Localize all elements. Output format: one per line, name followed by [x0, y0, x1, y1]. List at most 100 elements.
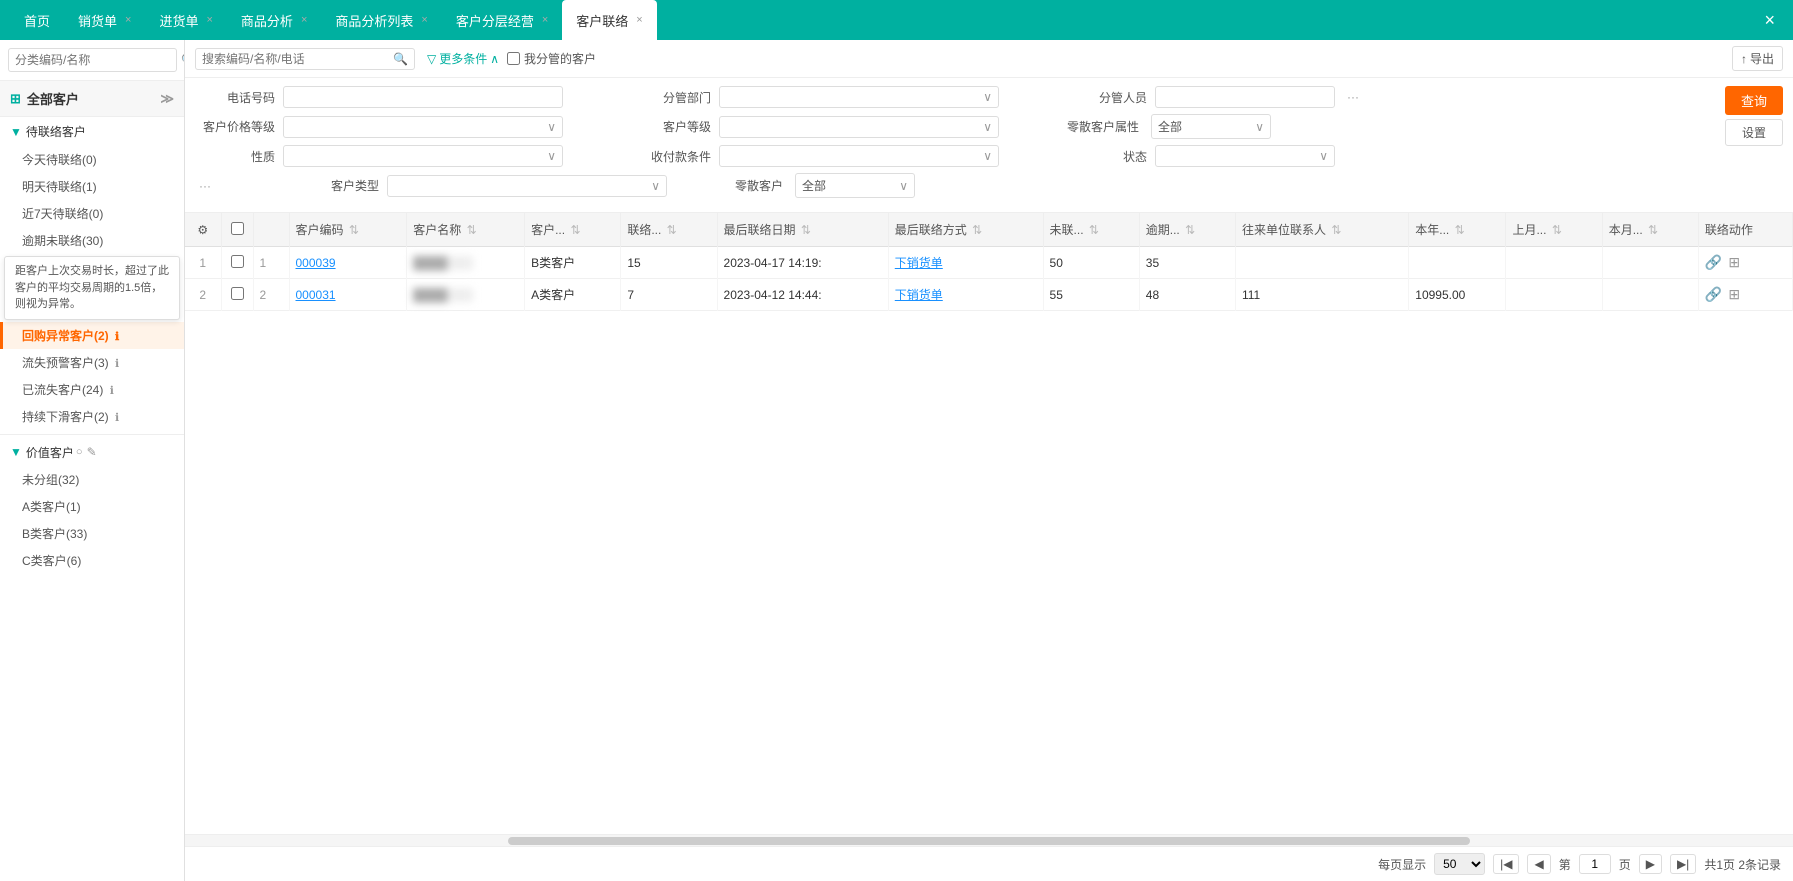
sidebar-item-lost-pre[interactable]: 流失预警客户(3) ℹ	[0, 349, 184, 376]
th-company-contact[interactable]: 往来单位联系人 ⇅	[1235, 213, 1408, 247]
retail-customer-select[interactable]: 全部 ∨	[795, 173, 915, 198]
th-last-month[interactable]: 上月... ⇅	[1506, 213, 1602, 247]
row2-code[interactable]: 000031	[289, 279, 407, 311]
prev-page-btn[interactable]: ◀	[1527, 854, 1550, 874]
analysis-list-tab-close[interactable]: ×	[421, 14, 427, 26]
search-input[interactable]	[202, 52, 389, 66]
query-button[interactable]: 查询	[1725, 86, 1783, 115]
th-name[interactable]: 客户名称 ⇅	[407, 213, 525, 247]
sidebar-item-tomorrow[interactable]: 明天待联络(1)	[0, 173, 184, 200]
toolbar: 🔍 ▽ 更多条件 ∧ 我分管的客户 ↑ 导出	[185, 40, 1793, 78]
sidebar-item-repurchase-abnormal[interactable]: 回购异常客户(2) ℹ	[0, 322, 184, 349]
decline-info-icon: ℹ	[115, 412, 119, 424]
next-page-btn[interactable]: ▶	[1639, 854, 1662, 874]
7days-label: 近7天待联络(0)	[22, 207, 103, 221]
nav-tab-home[interactable]: 首页	[10, 0, 64, 40]
row2-grid-icon[interactable]: ⊞	[1728, 286, 1740, 303]
nav-tab-customer-tier[interactable]: 客户分层经营 ×	[442, 0, 562, 40]
sidebar-item-decline[interactable]: 持续下滑客户(2) ℹ	[0, 403, 184, 430]
row2-name: ████	[407, 279, 525, 311]
analysis-tab-close[interactable]: ×	[301, 14, 307, 26]
manager-dotdot[interactable]: ···	[1347, 90, 1359, 104]
sales-tab-close[interactable]: ×	[125, 14, 131, 26]
sidebar-item-c-class[interactable]: C类客户(6)	[0, 547, 184, 574]
select-all-checkbox[interactable]	[231, 222, 244, 235]
sidebar-item-7days[interactable]: 近7天待联络(0)	[0, 200, 184, 227]
th-settings[interactable]: ⚙	[185, 213, 221, 247]
nav-tab-analysis[interactable]: 商品分析 ×	[227, 0, 321, 40]
th-no-contact[interactable]: 未联... ⇅	[1043, 213, 1139, 247]
all-customers-header[interactable]: ⊞ 全部客户 ≫	[0, 81, 184, 117]
status-select[interactable]: ∨	[1155, 145, 1335, 167]
row1-checkbox[interactable]	[231, 255, 244, 268]
row2-last-method[interactable]: 下销货单	[888, 279, 1043, 311]
phone-input[interactable]	[283, 86, 563, 108]
scroll-thumb[interactable]	[508, 837, 1470, 845]
collapse-icon[interactable]: ≫	[160, 91, 174, 107]
retail-attr-select[interactable]: 全部 ∨	[1151, 114, 1271, 139]
row1-link-icon[interactable]: 🔗	[1705, 254, 1722, 271]
th-action-label: 联络动作	[1705, 223, 1753, 237]
page-num-input[interactable]	[1579, 854, 1611, 874]
th-this-year[interactable]: 本年... ⇅	[1409, 213, 1506, 247]
th-this-month-label: 本月...	[1609, 223, 1643, 237]
sidebar-item-b-class[interactable]: B类客户(33)	[0, 520, 184, 547]
customer-type-select[interactable]: ∨	[387, 175, 667, 197]
nav-tab-analysis-list[interactable]: 商品分析列表 ×	[321, 0, 441, 40]
nav-tab-sales[interactable]: 销货单 ×	[64, 0, 145, 40]
export-button[interactable]: ↑ 导出	[1732, 46, 1783, 71]
row1-last-method[interactable]: 下销货单	[888, 247, 1043, 279]
th-this-month[interactable]: 本月... ⇅	[1602, 213, 1698, 247]
export-icon: ↑	[1741, 52, 1747, 66]
content-area: 🔍 ▽ 更多条件 ∧ 我分管的客户 ↑ 导出	[185, 40, 1793, 881]
first-page-btn[interactable]: |◀	[1493, 854, 1519, 874]
th-code[interactable]: 客户编码 ⇅	[289, 213, 407, 247]
row1-grid-icon[interactable]: ⊞	[1728, 254, 1740, 271]
pending-contact-group[interactable]: ▼ 待联络客户	[0, 117, 184, 146]
th-last-contact-method[interactable]: 最后联络方式 ⇅	[888, 213, 1043, 247]
customer-contact-tab-close[interactable]: ×	[636, 14, 642, 26]
search-icon[interactable]: 🔍	[393, 52, 408, 66]
nav-tab-purchase[interactable]: 进货单 ×	[145, 0, 226, 40]
dept-select[interactable]: ∨	[719, 86, 999, 108]
row1-last-month	[1506, 247, 1602, 279]
manager-input[interactable]	[1155, 86, 1335, 108]
sidebar-item-overdue[interactable]: 逾期未联络(30)	[0, 227, 184, 254]
per-page-select[interactable]: 50 20 100	[1434, 853, 1485, 875]
price-level-select[interactable]: ∨	[283, 116, 563, 138]
purchase-tab-close[interactable]: ×	[206, 14, 212, 26]
value-customer-header[interactable]: ▼ 价值客户 ○ ✎	[0, 439, 184, 466]
th-type[interactable]: 客户... ⇅	[525, 213, 621, 247]
edit-icon[interactable]: ✎	[87, 445, 97, 459]
th-last-contact-date[interactable]: 最后联络日期 ⇅	[717, 213, 888, 247]
close-all-button[interactable]: ×	[1756, 10, 1783, 31]
row1-code[interactable]: 000039	[289, 247, 407, 279]
sidebar-item-today[interactable]: 今天待联络(0)	[0, 146, 184, 173]
row2-checkbox[interactable]	[231, 287, 244, 300]
gender-arrow-icon: ∨	[547, 149, 556, 163]
sidebar-search-input[interactable]	[8, 48, 177, 72]
row2-link-icon[interactable]: 🔗	[1705, 286, 1722, 303]
row2-this-year: 10995.00	[1409, 279, 1506, 311]
customer-tier-tab-close[interactable]: ×	[542, 14, 548, 26]
th-contact-label: 联络...	[627, 223, 661, 237]
more-conditions-btn[interactable]: ▽ 更多条件 ∧	[427, 50, 499, 67]
horizontal-scrollbar[interactable]	[185, 834, 1793, 846]
nav-tab-customer-contact[interactable]: 客户联络 ×	[562, 0, 656, 40]
th-overdue[interactable]: 逾期... ⇅	[1139, 213, 1235, 247]
set-button[interactable]: 设置	[1725, 119, 1783, 146]
my-customer-checkbox[interactable]	[507, 52, 520, 65]
th-type-sort-icon: ⇅	[570, 223, 580, 237]
customer-level-select[interactable]: ∨	[719, 116, 999, 138]
last-page-btn[interactable]: ▶|	[1670, 854, 1696, 874]
row1-type: B类客户	[525, 247, 621, 279]
sidebar-item-ungroup[interactable]: 未分组(32)	[0, 466, 184, 493]
row4-dotdot[interactable]: ···	[199, 179, 211, 193]
sidebar-item-a-class[interactable]: A类客户(1)	[0, 493, 184, 520]
th-code-label: 客户编码	[296, 223, 344, 237]
gender-select[interactable]: ∨	[283, 145, 563, 167]
payment-select[interactable]: ∨	[719, 145, 999, 167]
sidebar-item-lost[interactable]: 已流失客户(24) ℹ	[0, 376, 184, 403]
repurchase-abnormal-label: 回购异常客户(2)	[22, 329, 109, 343]
th-contact[interactable]: 联络... ⇅	[621, 213, 717, 247]
